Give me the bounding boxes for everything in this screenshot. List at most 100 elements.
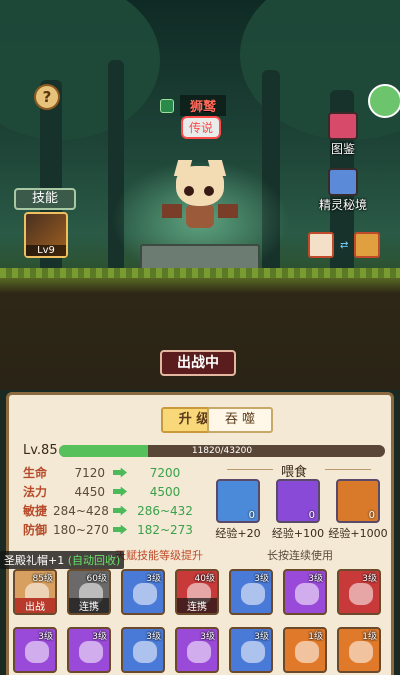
red-orb-icon: 0 bbox=[336, 479, 380, 523]
pet-name: 狮鹫 bbox=[180, 95, 227, 116]
pet-slot[interactable]: 3级 bbox=[337, 569, 381, 615]
slot-level: 3级 bbox=[146, 632, 161, 642]
pet-wing bbox=[218, 204, 238, 218]
pet-portrait bbox=[133, 641, 157, 663]
pet-portrait bbox=[133, 583, 157, 605]
toast-text: 圣殿礼帽+1 bbox=[4, 554, 65, 567]
slot-level: 85级 bbox=[32, 574, 53, 584]
pet-portrait bbox=[295, 583, 319, 605]
stat-name: 防御 bbox=[23, 523, 48, 537]
pet-portrait bbox=[25, 641, 49, 663]
secret-realm-button[interactable]: 精灵秘境 bbox=[312, 168, 374, 213]
element-icon bbox=[160, 98, 174, 113]
stat-row-agility: 敏捷 284~428 286~432 bbox=[23, 501, 213, 520]
stat-next: 7200 bbox=[149, 465, 181, 480]
exp-bar: 11820/43200 bbox=[59, 445, 385, 457]
slot-level: 3级 bbox=[254, 632, 269, 642]
battle-scene: ? 狮鹫 传说 技能 Lv9 图鉴 精灵秘境 ⇄ 出战中 bbox=[0, 0, 400, 390]
pet-portrait bbox=[241, 583, 265, 605]
codex-button[interactable]: 图鉴 bbox=[312, 112, 374, 157]
pet-body bbox=[186, 204, 214, 228]
rarity-badge: 传说 bbox=[181, 116, 222, 139]
pet-slot[interactable]: 3级 bbox=[229, 569, 273, 615]
slot-level: 1级 bbox=[362, 632, 377, 642]
stat-next: 4500 bbox=[149, 484, 181, 499]
tab-devour[interactable]: 吞 噬 bbox=[207, 407, 273, 433]
feed-item-small[interactable]: 0 经验+20 bbox=[207, 479, 269, 541]
link-icon: ⇄ bbox=[340, 239, 349, 251]
pet-slot[interactable]: 3级 bbox=[121, 569, 165, 615]
pet-slot[interactable]: 3级 bbox=[175, 627, 219, 673]
codex-label: 图鉴 bbox=[330, 142, 355, 156]
feed-count: 0 bbox=[368, 510, 375, 521]
book-icon bbox=[328, 112, 358, 140]
pet-slot[interactable]: 3级 bbox=[283, 569, 327, 615]
slot-tag: 连携 bbox=[69, 598, 109, 613]
secret-realm-label: 精灵秘境 bbox=[318, 198, 367, 212]
toast-suffix: (自动回收) bbox=[67, 554, 121, 567]
feed-exp: 经验+1000 bbox=[328, 527, 388, 540]
skill-card[interactable]: Lv9 bbox=[24, 212, 68, 258]
stat-name: 敏捷 bbox=[23, 504, 48, 518]
stat-row-defense: 防御 180~270 182~273 bbox=[23, 520, 213, 539]
toast-message: 圣殿礼帽+1 (自动回收) bbox=[0, 551, 125, 569]
pet-slot[interactable]: 1级 bbox=[337, 627, 381, 673]
feed-count: 0 bbox=[308, 510, 315, 521]
stat-row-hp: 生命 7120 7200 bbox=[23, 463, 213, 482]
stat-current: 180~270 bbox=[53, 522, 109, 537]
pet-slot[interactable]: 3级 bbox=[229, 627, 273, 673]
companion-icons: ⇄ bbox=[308, 232, 381, 258]
pet-portrait bbox=[349, 641, 373, 663]
green-egg-icon: 0 bbox=[216, 479, 260, 523]
slot-level: 1级 bbox=[308, 632, 323, 642]
pet-slot[interactable]: 3级 bbox=[67, 627, 111, 673]
pet-slot[interactable]: 85级出战 bbox=[13, 569, 57, 615]
stat-current: 7120 bbox=[74, 465, 105, 480]
pet-sprite[interactable] bbox=[162, 160, 238, 232]
feed-item-large[interactable]: 0 经验+1000 bbox=[327, 479, 389, 541]
feed-exp: 经验+20 bbox=[215, 527, 261, 540]
slot-level: 40级 bbox=[194, 574, 215, 584]
help-button[interactable]: ? bbox=[34, 84, 60, 110]
stats-list: 生命 7120 7200 法力 4450 4500 敏捷 284~428 286… bbox=[23, 463, 213, 539]
pet-panel: 升 级 吞 噬 Lv.85 11820/43200 生命 7120 7200 法… bbox=[6, 392, 394, 675]
slot-level: 3级 bbox=[146, 574, 161, 584]
feed-title: 喂食 bbox=[281, 465, 308, 480]
stat-row-mp: 法力 4450 4500 bbox=[23, 482, 213, 501]
slot-tag: 连携 bbox=[177, 598, 217, 613]
pet-eye bbox=[204, 186, 214, 196]
slot-tag: 出战 bbox=[15, 598, 55, 613]
slot-level: 3级 bbox=[38, 632, 53, 642]
companion-icon[interactable] bbox=[354, 232, 381, 258]
slot-level: 3级 bbox=[254, 574, 269, 584]
pet-name-plate: 狮鹫 bbox=[160, 95, 227, 116]
slot-level: 3级 bbox=[92, 632, 107, 642]
pet-slot[interactable]: 1级 bbox=[283, 627, 327, 673]
exp-text: 11820/43200 bbox=[191, 446, 253, 456]
talent-note: 天赋技能等级提升 bbox=[115, 549, 203, 562]
blue-crystal-icon: 0 bbox=[276, 479, 320, 523]
feed-item-medium[interactable]: 0 经验+100 bbox=[267, 479, 329, 541]
grass-edge bbox=[0, 268, 400, 278]
hold-note: 长按连续使用 bbox=[267, 549, 333, 562]
stat-name: 法力 bbox=[23, 485, 48, 499]
pet-wing bbox=[162, 204, 182, 218]
arrow-right-icon bbox=[113, 467, 127, 478]
skill-level: Lv9 bbox=[26, 245, 66, 256]
slot-level: 60级 bbox=[86, 574, 107, 584]
stat-next: 286~432 bbox=[137, 503, 193, 518]
pet-slot[interactable]: 3级 bbox=[13, 627, 57, 673]
pet-portrait bbox=[241, 641, 265, 663]
arrow-right-icon bbox=[113, 486, 127, 497]
battle-status-button[interactable]: 出战中 bbox=[160, 350, 236, 376]
divider bbox=[325, 469, 371, 470]
pet-slot[interactable]: 3级 bbox=[121, 627, 165, 673]
feed-exp: 经验+100 bbox=[271, 527, 325, 540]
feed-count: 0 bbox=[248, 510, 255, 521]
pet-slot[interactable]: 60级连携 bbox=[67, 569, 111, 615]
skull-icon[interactable] bbox=[308, 232, 334, 258]
pet-slot[interactable]: 40级连携 bbox=[175, 569, 219, 615]
pet-portrait bbox=[187, 641, 211, 663]
slot-level: 3级 bbox=[362, 574, 377, 584]
slot-level: 3级 bbox=[200, 632, 215, 642]
